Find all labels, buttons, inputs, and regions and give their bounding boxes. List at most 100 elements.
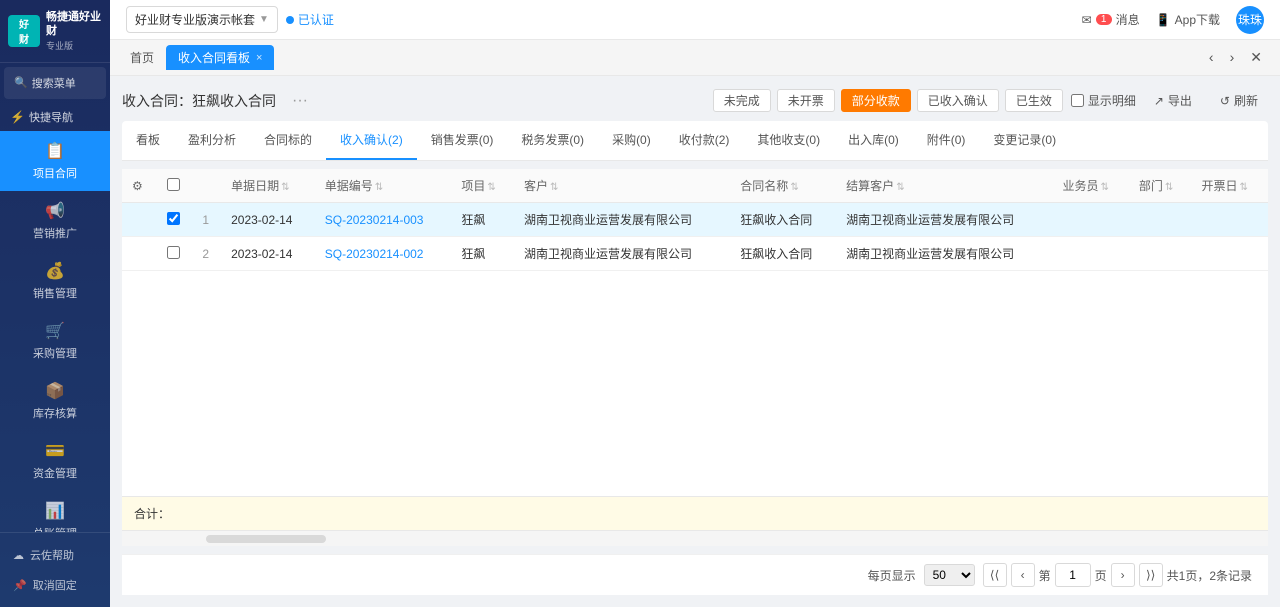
- inner-tab-1[interactable]: 盈利分析: [174, 121, 250, 160]
- sidebar-item-0[interactable]: 📋 项目合同: [0, 131, 110, 191]
- page-input[interactable]: [1055, 563, 1091, 587]
- cell-settlement-1: 湖南卫视商业运营发展有限公司: [836, 237, 1052, 271]
- select-all-checkbox[interactable]: [167, 178, 180, 191]
- col-checkbox: [157, 169, 190, 203]
- col-settlement-customer[interactable]: 结算客户⇅: [836, 169, 1052, 203]
- sidebar-item-5[interactable]: 💳 资金管理: [0, 431, 110, 491]
- export-label: 导出: [1168, 92, 1192, 109]
- status-btn-4[interactable]: 已生效: [1005, 89, 1063, 112]
- sidebar-bottom-label-1: 取消固定: [33, 577, 77, 593]
- message-label: 消息: [1116, 11, 1140, 28]
- cell-billno-1[interactable]: SQ-20230214-002: [315, 237, 452, 271]
- sidebar-item-3[interactable]: 🛒 采购管理: [0, 311, 110, 371]
- cell-checkbox-1[interactable]: [157, 237, 190, 271]
- inner-tab-4[interactable]: 销售发票(0): [417, 121, 508, 160]
- app-download-button[interactable]: 📱 App下载: [1156, 11, 1220, 28]
- col-customer[interactable]: 客户⇅: [514, 169, 730, 203]
- tab-home[interactable]: 首页: [122, 45, 162, 70]
- table-row[interactable]: 1 2023-02-14 SQ-20230214-003 狂飙 湖南卫视商业运营…: [122, 203, 1268, 237]
- page-last-button[interactable]: ⟩⟩: [1139, 563, 1163, 587]
- col-bill-no[interactable]: 单据编号⇅: [315, 169, 452, 203]
- col-contract-name[interactable]: 合同名称⇅: [730, 169, 836, 203]
- export-icon: ↗: [1154, 94, 1164, 108]
- inner-tab-9[interactable]: 出入库(0): [834, 121, 913, 160]
- tab-nav: ‹ › ✕: [1203, 47, 1268, 68]
- settings-icon[interactable]: ⚙: [132, 179, 143, 193]
- certified-label: 已认证: [298, 11, 334, 28]
- inner-tab-2[interactable]: 合同标的: [250, 121, 326, 160]
- user-avatar[interactable]: 珠珠: [1236, 6, 1264, 34]
- inner-tab-8[interactable]: 其他收支(0): [743, 121, 834, 160]
- refresh-button[interactable]: ↺ 刷新: [1210, 88, 1268, 113]
- quick-nav[interactable]: ⚡ 快捷导航: [0, 103, 110, 131]
- per-page-label: 每页显示: [868, 567, 916, 584]
- page-size-select[interactable]: 50 20 100: [924, 564, 975, 586]
- cell-settings-1: [122, 237, 157, 271]
- certified-badge: 已认证: [286, 11, 334, 28]
- scroll-bar-area[interactable]: [122, 530, 1268, 546]
- pagination: ⟨⟨ ‹ 第 页 › ⟩⟩ 共1页，2条记录: [983, 563, 1252, 587]
- show-detail-input[interactable]: [1071, 94, 1084, 107]
- sidebar-item-1[interactable]: 📢 营销推广: [0, 191, 110, 251]
- bill-no-link-0[interactable]: SQ-20230214-003: [325, 213, 424, 227]
- show-detail-checkbox[interactable]: 显示明细: [1071, 92, 1136, 109]
- inner-tab-3[interactable]: 收入确认(2): [326, 121, 417, 160]
- inner-tab-7[interactable]: 收付款(2): [665, 121, 744, 160]
- table-container: ⚙ 单据日期⇅ 单据编号⇅ 项目⇅ 客户⇅ 合同名称⇅ 结算客户⇅ 业务员⇅ 部…: [122, 169, 1268, 546]
- more-button[interactable]: ···: [292, 92, 308, 110]
- top-header-right: ✉ 1 消息 📱 App下载 珠珠: [1082, 6, 1264, 34]
- table-footer: 每页显示 50 20 100 ⟨⟨ ‹ 第 页 › ⟩⟩ 共1页，2条记录: [122, 554, 1268, 595]
- col-bill-date2[interactable]: 开票日⇅: [1192, 169, 1269, 203]
- cell-num-0: 1: [190, 203, 221, 237]
- sidebar-bottom-item-0[interactable]: ☁ 云佐帮助: [5, 541, 105, 569]
- company-selector[interactable]: 好业财专业版演示帐套 ▼: [126, 6, 278, 33]
- quick-nav-label: 快捷导航: [29, 109, 73, 125]
- inner-tab-0[interactable]: 看板: [122, 121, 174, 160]
- scroll-thumb[interactable]: [206, 535, 326, 543]
- table-row[interactable]: 2 2023-02-14 SQ-20230214-002 狂飙 湖南卫视商业运营…: [122, 237, 1268, 271]
- search-icon: 🔍: [14, 76, 28, 89]
- inner-tab-10[interactable]: 附件(0): [913, 121, 980, 160]
- status-btn-3[interactable]: 已收入确认: [917, 89, 999, 112]
- sidebar-item-2[interactable]: 💰 销售管理: [0, 251, 110, 311]
- page-content: 收入合同：狂飙收入合同 ··· 未完成未开票部分收款已收入确认已生效 显示明细 …: [110, 76, 1280, 607]
- sidebar-search[interactable]: 🔍 搜索菜单: [4, 67, 106, 99]
- col-salesperson[interactable]: 业务员⇅: [1053, 169, 1129, 203]
- cell-checkbox-0[interactable]: [157, 203, 190, 237]
- bill-no-link-1[interactable]: SQ-20230214-002: [325, 247, 424, 261]
- page-first-button[interactable]: ⟨⟨: [983, 563, 1007, 587]
- page-prev-button[interactable]: ‹: [1011, 563, 1035, 587]
- cell-num-1: 2: [190, 237, 221, 271]
- cell-project-1: 狂飙: [451, 237, 514, 271]
- sidebar-item-4[interactable]: 📦 库存核算: [0, 371, 110, 431]
- message-button[interactable]: ✉ 1 消息: [1082, 11, 1140, 28]
- inner-tab-11[interactable]: 变更记录(0): [979, 121, 1070, 160]
- inner-tab-5[interactable]: 税务发票(0): [507, 121, 598, 160]
- tab-prev-button[interactable]: ‹: [1203, 47, 1220, 68]
- col-project[interactable]: 项目⇅: [451, 169, 514, 203]
- sidebar-logo: 好财 畅捷通好业财 专业版: [0, 0, 110, 63]
- sidebar-bottom-item-1[interactable]: 📌 取消固定: [5, 571, 105, 599]
- cell-billno-0[interactable]: SQ-20230214-003: [315, 203, 452, 237]
- status-btn-2[interactable]: 部分收款: [841, 89, 911, 112]
- col-department[interactable]: 部门⇅: [1129, 169, 1192, 203]
- active-tab[interactable]: 收入合同看板 ×: [166, 45, 274, 70]
- export-button[interactable]: ↗ 导出: [1144, 88, 1202, 113]
- cell-billdate2-1: [1192, 237, 1269, 271]
- tab-close-all-button[interactable]: ✕: [1244, 47, 1268, 68]
- status-btn-0[interactable]: 未完成: [713, 89, 771, 112]
- quick-nav-icon: ⚡: [10, 110, 25, 124]
- col-bill-date[interactable]: 单据日期⇅: [221, 169, 315, 203]
- sidebar-label-1: 营销推广: [33, 225, 77, 241]
- sidebar: 好财 畅捷通好业财 专业版 🔍 搜索菜单 ⚡ 快捷导航 📋 项目合同📢 营销推广…: [0, 0, 110, 607]
- sidebar-label-4: 库存核算: [33, 405, 77, 421]
- tab-close-button[interactable]: ×: [256, 52, 262, 64]
- inner-tab-6[interactable]: 采购(0): [598, 121, 665, 160]
- col-settings[interactable]: ⚙: [122, 169, 157, 203]
- sidebar-item-6[interactable]: 📊 总账管理: [0, 491, 110, 532]
- status-btn-1[interactable]: 未开票: [777, 89, 835, 112]
- col-num: [190, 169, 221, 203]
- app-download-icon: 📱: [1156, 13, 1171, 27]
- page-next-button[interactable]: ›: [1111, 563, 1135, 587]
- tab-next-button[interactable]: ›: [1224, 47, 1241, 68]
